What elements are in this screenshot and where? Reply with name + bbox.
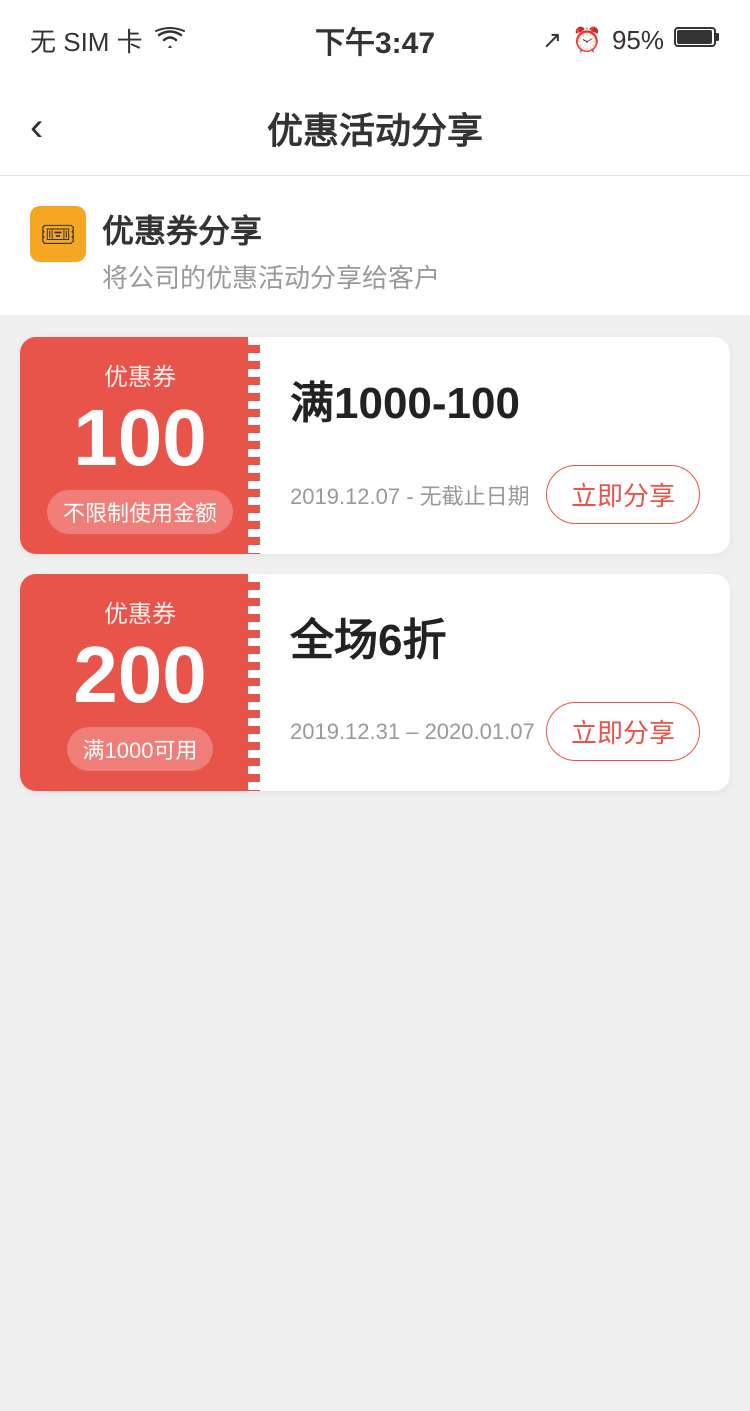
coupon-right-1: 全场6折 2019.12.31 – 2020.01.07 立即分享 (260, 574, 730, 791)
coupon-condition-0: 不限制使用金额 (47, 490, 233, 534)
status-time: 下午3:47 (315, 18, 435, 62)
section-subtext: 将公司的优惠活动分享给客户 (102, 258, 440, 295)
battery-percent: 95% (612, 25, 664, 56)
section-icon: 🎟 (30, 206, 86, 262)
coupon-label-1: 优惠券 (104, 594, 176, 629)
coupon-card-0: 优惠券 100 不限制使用金额 满1000-100 2019.12.07 - 无… (20, 337, 730, 554)
coupon-name-0: 满1000-100 (290, 367, 700, 431)
coupon-name-1: 全场6折 (290, 604, 700, 668)
coupon-left-1: 优惠券 200 满1000可用 (20, 574, 260, 791)
coupon-card-1: 优惠券 200 满1000可用 全场6折 2019.12.31 – 2020.0… (20, 574, 730, 791)
status-right: ↗ ⏰ 95% (542, 25, 720, 56)
share-button-1[interactable]: 立即分享 (546, 702, 700, 761)
coupon-bottom-1: 2019.12.31 – 2020.01.07 立即分享 (290, 702, 700, 761)
location-icon: ↗ (542, 26, 562, 55)
section-heading: 优惠券分享 (102, 206, 440, 252)
section-text: 优惠券分享 将公司的优惠活动分享给客户 (102, 206, 440, 295)
section-header: 🎟 优惠券分享 将公司的优惠活动分享给客户 (0, 176, 750, 315)
battery-icon (674, 25, 720, 56)
coupon-label-0: 优惠券 (104, 357, 176, 392)
carrier-text: 无 SIM 卡 (30, 22, 143, 59)
nav-title: 优惠活动分享 (267, 102, 483, 154)
share-button-0[interactable]: 立即分享 (546, 465, 700, 524)
coupon-date-1: 2019.12.31 – 2020.01.07 (290, 719, 535, 745)
coupon-list: 优惠券 100 不限制使用金额 满1000-100 2019.12.07 - 无… (0, 317, 750, 811)
coupon-bottom-0: 2019.12.07 - 无截止日期 立即分享 (290, 465, 700, 524)
nav-bar: ‹ 优惠活动分享 (0, 80, 750, 176)
bottom-area (0, 811, 750, 1411)
alarm-icon: ⏰ (572, 26, 602, 55)
coupon-date-0: 2019.12.07 - 无截止日期 (290, 479, 530, 511)
status-left: 无 SIM 卡 (30, 22, 185, 59)
coupon-amount-0: 100 (73, 398, 206, 478)
coupon-condition-1: 满1000可用 (67, 727, 214, 771)
coupon-right-0: 满1000-100 2019.12.07 - 无截止日期 立即分享 (260, 337, 730, 554)
back-button[interactable]: ‹ (30, 105, 43, 150)
coupon-left-0: 优惠券 100 不限制使用金额 (20, 337, 260, 554)
status-bar: 无 SIM 卡 下午3:47 ↗ ⏰ 95% (0, 0, 750, 80)
coupon-amount-1: 200 (73, 635, 206, 715)
wifi-icon (155, 25, 185, 56)
